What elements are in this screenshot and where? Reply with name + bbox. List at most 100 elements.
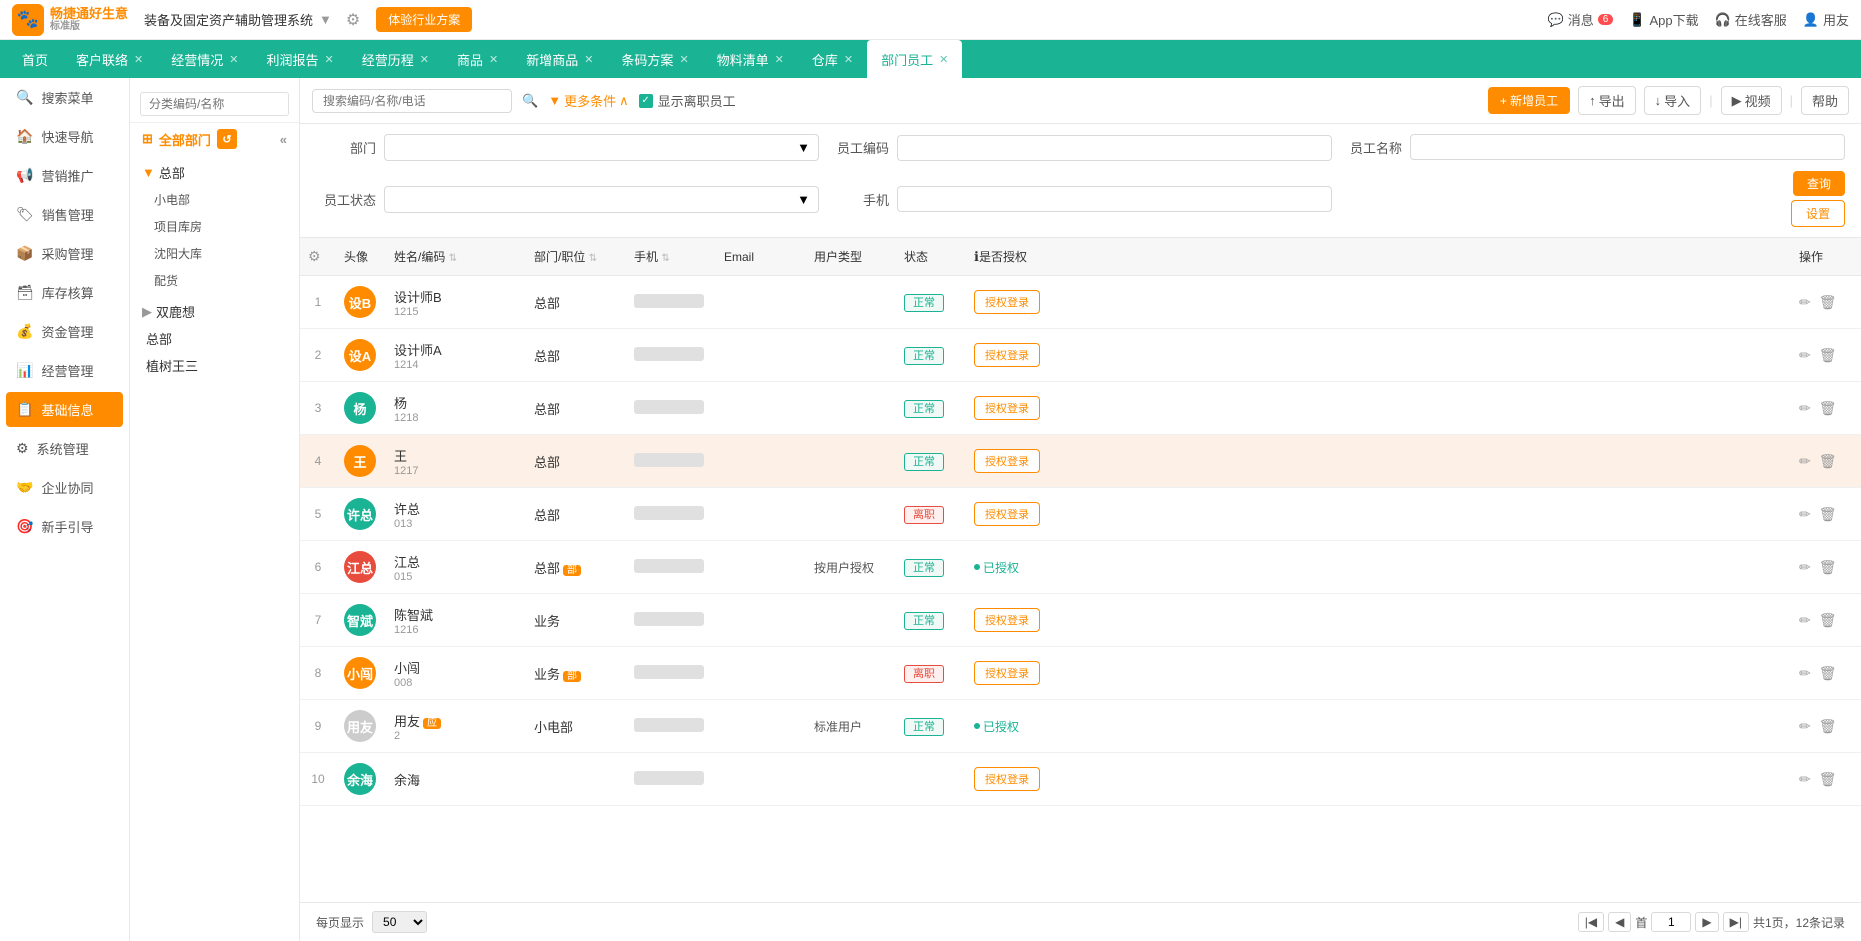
- sidebar-item-guide[interactable]: 🎯 新手引导: [0, 507, 129, 546]
- delete-icon[interactable]: 🗑: [1819, 294, 1837, 311]
- query-button[interactable]: 查询: [1793, 171, 1845, 196]
- tab-bom[interactable]: 物料清单 ✕: [703, 40, 798, 78]
- sidebar-item-shortcut[interactable]: 🏠 快速导航: [0, 117, 129, 156]
- search-button[interactable]: 🔍: [522, 93, 538, 109]
- sidebar-item-finance[interactable]: 💰 资金管理: [0, 312, 129, 351]
- delete-icon[interactable]: 🗑: [1819, 559, 1837, 576]
- edit-icon[interactable]: ✏: [1799, 771, 1811, 788]
- sidebar-item-inventory[interactable]: 🗃 库存核算: [0, 273, 129, 312]
- dept-group-general2[interactable]: 总部: [130, 325, 299, 352]
- delete-icon[interactable]: 🗑: [1819, 718, 1837, 735]
- auth-button[interactable]: 授权登录: [974, 290, 1040, 314]
- search-input[interactable]: [312, 89, 512, 113]
- tab-home[interactable]: 首页: [8, 40, 62, 78]
- sidebar-item-sales[interactable]: 🏷 销售管理: [0, 195, 129, 234]
- tab-close-icon[interactable]: ✕: [584, 53, 593, 66]
- col-phone-header[interactable]: 手机 ⇅: [626, 238, 716, 276]
- export-button[interactable]: ↑ 导出: [1578, 86, 1636, 115]
- sidebar-item-purchase[interactable]: 📦 采购管理: [0, 234, 129, 273]
- dept-child-electric[interactable]: 小电部: [130, 186, 299, 213]
- prev-page-button[interactable]: ◀: [1608, 912, 1631, 932]
- phone-filter-input[interactable]: [897, 186, 1332, 212]
- sidebar-item-operations[interactable]: 📊 经营管理: [0, 351, 129, 390]
- edit-icon[interactable]: ✏: [1799, 400, 1811, 417]
- tab-close-icon[interactable]: ✕: [420, 53, 429, 66]
- edit-icon[interactable]: ✏: [1799, 559, 1811, 576]
- delete-icon[interactable]: 🗑: [1819, 771, 1837, 788]
- col-settings-header[interactable]: ⚙: [300, 238, 336, 276]
- sidebar-item-search[interactable]: 🔍 搜索菜单: [0, 78, 129, 117]
- message-button[interactable]: 💬 消息 6: [1548, 10, 1614, 29]
- dept-group-zhishu[interactable]: 植树王三: [130, 352, 299, 379]
- user-button[interactable]: 👤 用友: [1803, 10, 1849, 29]
- col-name-header[interactable]: 姓名/编码 ⇅: [386, 238, 526, 276]
- edit-icon[interactable]: ✏: [1799, 347, 1811, 364]
- per-page-select[interactable]: 50 100: [372, 911, 427, 933]
- tab-dept-staff[interactable]: 部门员工 ✕: [867, 40, 962, 78]
- dept-filter-select[interactable]: ▼: [384, 134, 819, 161]
- dept-child-project[interactable]: 项目库房: [130, 213, 299, 240]
- tab-close-icon[interactable]: ✕: [679, 53, 688, 66]
- tab-barcode[interactable]: 条码方案 ✕: [607, 40, 702, 78]
- auth-button[interactable]: 授权登录: [974, 343, 1040, 367]
- view-button[interactable]: ▶ 视频: [1721, 86, 1782, 115]
- auth-button[interactable]: 授权登录: [974, 449, 1040, 473]
- delete-icon[interactable]: 🗑: [1819, 400, 1837, 417]
- online-service-button[interactable]: 🎧 在线客服: [1715, 10, 1787, 29]
- page-input[interactable]: [1651, 912, 1691, 932]
- tab-close-icon[interactable]: ✕: [775, 53, 784, 66]
- gear-icon[interactable]: ⚙: [346, 10, 360, 30]
- set-button[interactable]: 设置: [1791, 200, 1845, 227]
- tab-close-icon[interactable]: ✕: [939, 53, 948, 66]
- auth-button[interactable]: 授权登录: [974, 661, 1040, 685]
- edit-icon[interactable]: ✏: [1799, 718, 1811, 735]
- tab-close-icon[interactable]: ✕: [844, 53, 853, 66]
- tab-goods[interactable]: 商品 ✕: [443, 40, 512, 78]
- delete-icon[interactable]: 🗑: [1819, 453, 1837, 470]
- tab-operation[interactable]: 经营情况 ✕: [157, 40, 252, 78]
- tab-close-icon[interactable]: ✕: [229, 53, 238, 66]
- dept-group-shuanglu[interactable]: ▶ 双鹿想: [130, 298, 299, 325]
- system-dropdown-icon[interactable]: ▼: [319, 12, 332, 27]
- auth-button[interactable]: 授权登录: [974, 767, 1040, 791]
- empcode-filter-input[interactable]: [897, 135, 1332, 161]
- delete-icon[interactable]: 🗑: [1819, 612, 1837, 629]
- auth-button[interactable]: 授权登录: [974, 396, 1040, 420]
- dept-all-header[interactable]: ⊞ 全部部门 ↺ «: [130, 123, 299, 155]
- auth-button[interactable]: 授权登录: [974, 502, 1040, 526]
- sidebar-item-corp[interactable]: 🤝 企业协同: [0, 468, 129, 507]
- empstatus-filter-select[interactable]: ▼: [384, 186, 819, 213]
- delete-icon[interactable]: 🗑: [1819, 506, 1837, 523]
- tab-customer[interactable]: 客户联络 ✕: [62, 40, 157, 78]
- tab-close-icon[interactable]: ✕: [325, 53, 334, 66]
- edit-icon[interactable]: ✏: [1799, 506, 1811, 523]
- edit-icon[interactable]: ✏: [1799, 294, 1811, 311]
- tab-new-goods[interactable]: 新增商品 ✕: [512, 40, 607, 78]
- auth-button[interactable]: 授权登录: [974, 608, 1040, 632]
- dept-child-distribution[interactable]: 配货: [130, 267, 299, 294]
- empname-filter-input[interactable]: [1410, 134, 1845, 160]
- sidebar-item-basic[interactable]: 📋 基础信息: [6, 392, 123, 427]
- import-button[interactable]: ↓ 导入: [1644, 86, 1702, 115]
- delete-icon[interactable]: 🗑: [1819, 665, 1837, 682]
- last-page-button[interactable]: ▶|: [1723, 912, 1749, 932]
- show-resigned-toggle[interactable]: ✓ 显示离职员工: [639, 91, 736, 110]
- tab-history[interactable]: 经营历程 ✕: [348, 40, 443, 78]
- dept-search-input[interactable]: [140, 92, 289, 116]
- trial-button[interactable]: 体验行业方案: [376, 7, 472, 32]
- dept-group-general-toggle[interactable]: ▼ 总部: [130, 159, 299, 186]
- tab-close-icon[interactable]: ✕: [489, 53, 498, 66]
- app-download-button[interactable]: 📱 App下载: [1629, 10, 1698, 29]
- add-employee-button[interactable]: + 新增员工: [1488, 87, 1570, 114]
- help-button[interactable]: 帮助: [1801, 86, 1849, 115]
- edit-icon[interactable]: ✏: [1799, 453, 1811, 470]
- settings-icon[interactable]: ⚙: [308, 248, 321, 264]
- dept-refresh-button[interactable]: ↺: [217, 129, 237, 149]
- delete-icon[interactable]: 🗑: [1819, 347, 1837, 364]
- edit-icon[interactable]: ✏: [1799, 665, 1811, 682]
- filter-more-button[interactable]: ▼ 更多条件 ∧: [548, 91, 628, 110]
- sidebar-item-system[interactable]: ⚙ 系统管理: [0, 429, 129, 468]
- tab-close-icon[interactable]: ✕: [134, 53, 143, 66]
- next-page-button[interactable]: ▶: [1695, 912, 1718, 932]
- edit-icon[interactable]: ✏: [1799, 612, 1811, 629]
